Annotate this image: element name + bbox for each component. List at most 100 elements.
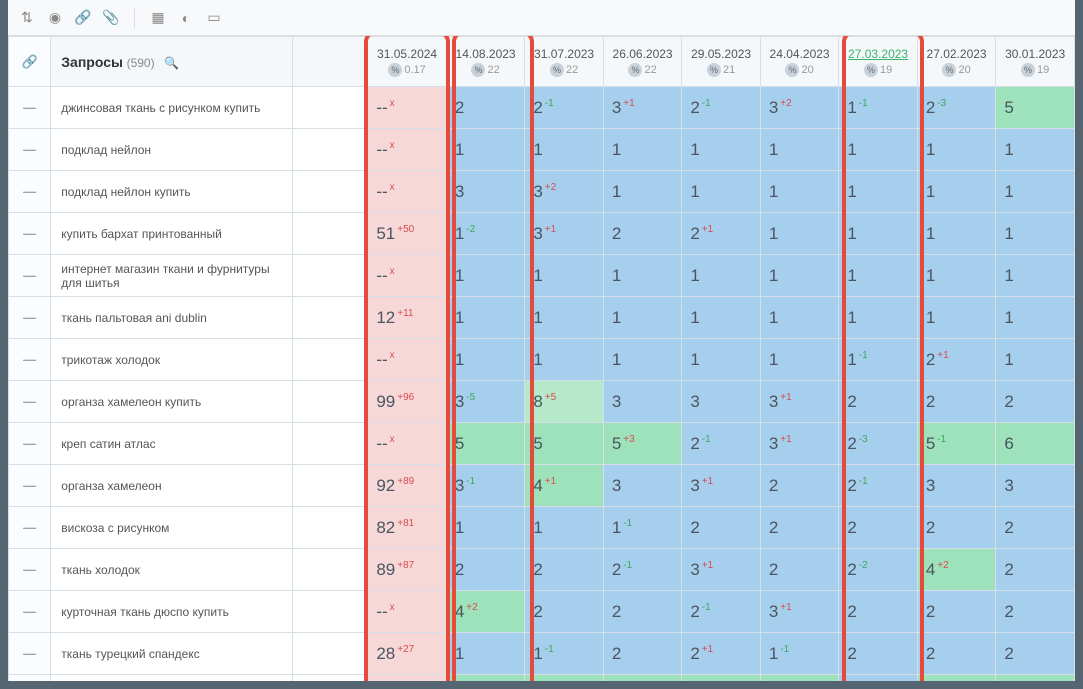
rank-delta: x [390, 266, 395, 277]
row-toggle[interactable]: — [9, 423, 51, 465]
col-date-header[interactable]: 26.06.2023%22 [603, 37, 682, 87]
rank-value: 2 [690, 98, 699, 118]
col-link-header[interactable]: 🔗 [9, 37, 51, 87]
rank-cell: 1 [996, 171, 1075, 213]
rank-value: 1 [455, 140, 464, 160]
rank-cell: 1 [839, 255, 918, 297]
query-cell[interactable]: подклад нейлон купить [51, 171, 293, 213]
query-cell[interactable]: органза хамелеон [51, 465, 293, 507]
rank-value: 1 [1004, 224, 1013, 244]
rank-value: 12 [376, 308, 395, 328]
rank-value: 2 [847, 434, 856, 454]
eye-icon[interactable]: ◉ [44, 7, 66, 29]
rank-cell: 1 [603, 255, 682, 297]
query-cell[interactable]: курточная ткань дюспо купить [51, 591, 293, 633]
date-sub: %20 [920, 63, 994, 77]
rank-delta: -2 [859, 560, 868, 571]
query-cell[interactable]: подклад нейлон [51, 129, 293, 171]
row-toggle[interactable]: — [9, 339, 51, 381]
rank-value: -- [376, 350, 387, 370]
table-row: —трикотаж холодок--x111111-12+11 [9, 339, 1075, 381]
row-toggle[interactable]: — [9, 633, 51, 675]
rank-value: 1 [1004, 140, 1013, 160]
rank-cell: 1 [525, 297, 604, 339]
col-date-header[interactable]: 27.03.2023%19 [839, 37, 918, 87]
date-label: 30.01.2023 [998, 47, 1072, 61]
sort-icon[interactable]: ⇅ [16, 7, 38, 29]
spacer-cell [292, 171, 367, 213]
col-queries-header[interactable]: Запросы (590) 🔍 [51, 37, 293, 87]
row-toggle[interactable]: — [9, 465, 51, 507]
spacer-cell [292, 255, 367, 297]
col-date-header[interactable]: 24.04.2023%20 [760, 37, 839, 87]
rank-cell: 3 [603, 381, 682, 423]
row-toggle[interactable]: — [9, 255, 51, 297]
query-cell[interactable]: органза хамелеон купить [51, 381, 293, 423]
row-toggle[interactable]: — [9, 507, 51, 549]
grid-icon[interactable]: ▦ [147, 7, 169, 29]
date-sub: %21 [684, 63, 758, 77]
rank-cell: 3 [996, 465, 1075, 507]
clip-icon[interactable]: 📎 [100, 7, 122, 29]
rank-cell: 2 [917, 381, 996, 423]
query-cell[interactable]: купить бархат принтованный [51, 213, 293, 255]
row-toggle[interactable]: — [9, 549, 51, 591]
spacer-cell [292, 675, 367, 682]
row-toggle[interactable]: — [9, 675, 51, 682]
rank-cell: 1-1 [839, 87, 918, 129]
query-cell[interactable]: трикотаж холодок [51, 339, 293, 381]
rank-cell: --x [368, 423, 447, 465]
table-row: —джинсовая ткань с рисунком купить--x22-… [9, 87, 1075, 129]
table-row: —бархат с рисунком--x44444+13-14-37 [9, 675, 1075, 682]
col-date-header[interactable]: 31.05.2024%0.17 [368, 37, 447, 87]
col-date-header[interactable]: 31.07.2023%22 [525, 37, 604, 87]
query-cell[interactable]: вискоза с рисунком [51, 507, 293, 549]
rank-cell: 1 [917, 297, 996, 339]
rank-cell: 1 [917, 255, 996, 297]
percent-icon: % [1021, 63, 1035, 77]
col-date-header[interactable]: 14.08.2023%22 [446, 37, 525, 87]
rank-delta: -3 [937, 98, 946, 109]
rank-delta: -1 [859, 98, 868, 109]
row-toggle[interactable]: — [9, 129, 51, 171]
query-cell[interactable]: ткань холодок [51, 549, 293, 591]
row-toggle[interactable]: — [9, 87, 51, 129]
rank-value: 1 [455, 224, 464, 244]
row-toggle[interactable]: — [9, 297, 51, 339]
rank-cell: 5 [446, 423, 525, 465]
rank-cell: 28+27 [368, 633, 447, 675]
rank-value: 1 [533, 644, 542, 664]
rank-value: 2 [612, 224, 621, 244]
link-icon[interactable]: 🔗 [72, 7, 94, 29]
data-grid: 🔗 Запросы (590) 🔍 31.05.2024%0.1714.08.2… [8, 36, 1075, 681]
search-icon[interactable]: 🔍 [164, 56, 179, 70]
query-cell[interactable]: джинсовая ткань с рисунком купить [51, 87, 293, 129]
query-cell[interactable]: интернет магазин ткани и фурнитуры для ш… [51, 255, 293, 297]
rank-value: 2 [926, 644, 935, 664]
query-cell[interactable]: ткань пальтовая ani dublin [51, 297, 293, 339]
col-date-header[interactable]: 29.05.2023%21 [682, 37, 761, 87]
date-label: 27.02.2023 [920, 47, 994, 61]
rank-cell: 1-1 [839, 339, 918, 381]
col-date-header[interactable]: 27.02.2023 %20 [917, 37, 996, 87]
rank-value: 28 [376, 644, 395, 664]
rank-cell: 1 [446, 339, 525, 381]
rank-delta: -5 [466, 392, 475, 403]
rank-value: 2 [612, 602, 621, 622]
row-toggle[interactable]: — [9, 381, 51, 423]
contrast-icon[interactable]: ◐ [175, 7, 197, 29]
rank-value: 5 [612, 434, 621, 454]
rank-delta: +1 [937, 350, 948, 361]
row-toggle[interactable]: — [9, 591, 51, 633]
query-cell[interactable]: бархат с рисунком [51, 675, 293, 682]
col-date-header[interactable]: 30.01.2023%19 [996, 37, 1075, 87]
rank-value: 1 [612, 182, 621, 202]
rank-value: 99 [376, 392, 395, 412]
query-cell[interactable]: ткань турецкий спандекс [51, 633, 293, 675]
rank-value: 3 [612, 98, 621, 118]
card-icon[interactable]: ▭ [203, 7, 225, 29]
query-cell[interactable]: креп сатин атлас [51, 423, 293, 465]
rank-value: 2 [847, 602, 856, 622]
row-toggle[interactable]: — [9, 213, 51, 255]
row-toggle[interactable]: — [9, 171, 51, 213]
